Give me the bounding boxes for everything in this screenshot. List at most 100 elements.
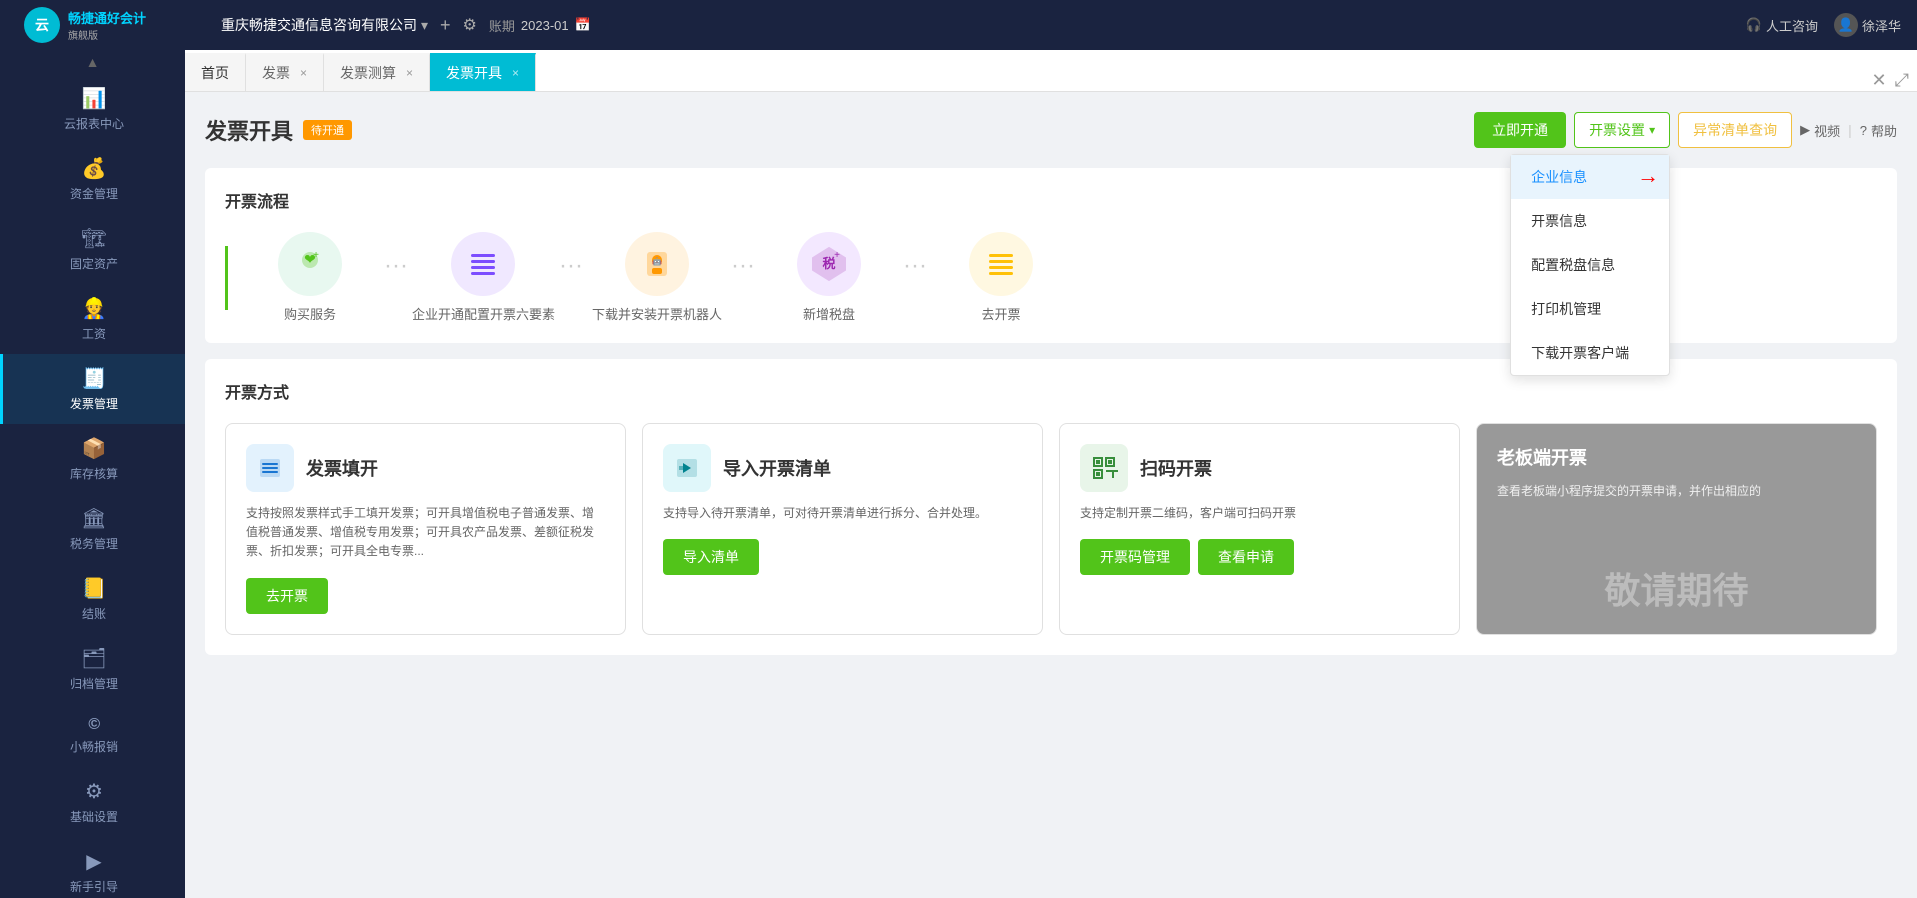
user-profile[interactable]: 👤 徐泽华 [1834,13,1901,37]
xinshou-icon: ▶ [86,849,101,874]
scan-icon [1080,444,1128,492]
svg-text:+: + [834,250,840,261]
scan-desc: 支持定制开票二维码，客户端可扫码开票 [1080,504,1439,523]
boss-invoice-card: 老板端开票 查看老板端小程序提交的开票申请，并作出相应的 敬请期待 [1476,423,1877,635]
settings-dropdown-menu: 企业信息 → 开票信息 配置税盘信息 [1510,154,1670,376]
help-btn[interactable]: ? 帮助 [1860,121,1897,140]
app-name: 畅捷通好会计 [68,8,146,27]
close-window-btn[interactable]: ✕ [1872,70,1887,91]
tab-fapiao-kaiju[interactable]: 发票开具 × [430,53,536,91]
import-action-btn[interactable]: 导入清单 [663,539,759,575]
tab-right-controls: ✕ ⤢ [1864,70,1917,91]
sidebar-item-guidang[interactable]: 🗂 归档管理 [0,634,185,704]
logo-icon: 云 [24,7,60,43]
support-btn[interactable]: 🎧 人工咨询 [1746,16,1818,35]
process-sep-1: ··· [555,252,587,280]
tab-fapiao-close[interactable]: × [300,66,307,80]
dropdown-printer-mgmt[interactable]: 打印机管理 [1511,287,1669,331]
dropdown-download-client[interactable]: 下载开票客户端 [1511,331,1669,375]
svg-text:+: + [313,250,319,261]
sidebar-item-gongzi[interactable]: 👷 工资 [0,284,185,354]
dropdown-invoice-info[interactable]: 开票信息 [1511,199,1669,243]
payment-cards: 发票填开 支持按照发票样式手工填开发票；可开具增值税电子普通发票、增值税普通发票… [225,423,1877,635]
play-icon: ▶ [1800,122,1810,138]
process-step-4: 去开票 [931,232,1071,323]
header-actions: 立即开通 开票设置 ▾ 企业信息 [1474,112,1897,148]
sidebar-item-gudingzichan[interactable]: 🏗 固定资产 [0,214,185,284]
tab-cesuan-close[interactable]: × [406,66,413,80]
help-icon: ? [1860,123,1867,138]
manual-desc: 支持按照发票样式手工填开发票；可开具增值税电子普通发票、增值税普通发票、增值税专… [246,504,605,562]
methods-section: 开票方式 [205,359,1897,655]
process-icon-4 [969,232,1033,296]
sidebar-item-jichu[interactable]: ⚙ 基础设置 [0,767,185,837]
dropdown-company-info[interactable]: 企业信息 [1511,155,1669,199]
fapiao-icon: 🧾 [82,366,107,391]
process-step-1: 企业开通配置开票六要素 [412,232,555,323]
kucun-icon: 📦 [82,436,107,461]
settings-dropdown-container: 开票设置 ▾ 企业信息 → [1574,112,1670,148]
sidebar-item-fapiao[interactable]: 🧾 发票管理 [0,354,185,424]
status-badge: 待开通 [303,120,352,140]
settings-btn[interactable]: 开票设置 ▾ [1574,112,1670,148]
jichu-icon: ⚙ [85,779,103,804]
import-desc: 支持导入待开票清单，可对待开票清单进行拆分、合并处理。 [663,504,1022,523]
boss-desc: 查看老板端小程序提交的开票申请，并作出相应的 [1497,482,1856,501]
manual-icon [246,444,294,492]
sidebar-item-jiezhang[interactable]: 📒 结账 [0,564,185,634]
watermark-text: 敬请期待 [1477,562,1876,614]
shuiwu-icon: 🏛 [81,506,106,531]
jiezhang-icon: 📒 [82,576,107,601]
process-step-3: 税 + 新增税盘 [759,232,899,323]
tab-fapiao-cesuan[interactable]: 发票测算 × [324,53,430,91]
process-step-2: 🤖 下载并安装开票机器人 [587,232,727,323]
dropdown-tax-disk[interactable]: 配置税盘信息 [1511,243,1669,287]
scan-apply-btn[interactable]: 查看申请 [1198,539,1294,575]
sidebar-item-kucun[interactable]: 📦 库存核算 [0,424,185,494]
tab-bar: 首页 发票 × 发票测算 × 发票开具 × ✕ [185,50,1917,92]
manual-action-btn[interactable]: 去开票 [246,578,328,614]
maximize-window-btn[interactable]: ⤢ [1895,70,1909,91]
calendar-icon[interactable]: 📅 [575,17,591,33]
process-left-border [225,246,228,310]
company-name[interactable]: 重庆畅捷交通信息咨询有限公司 ▾ [221,15,428,35]
topbar-settings-icon[interactable]: ⚙ [463,15,477,35]
topbar-add-btn[interactable]: + [440,15,451,36]
process-step-0: ❤ + 购买服务 [240,232,380,323]
scan-invoice-card: 扫码开票 支持定制开票二维码，客户端可扫码开票 开票码管理 查看申请 [1059,423,1460,635]
abnormal-query-btn[interactable]: 异常清单查询 [1678,112,1792,148]
svg-text:🤖: 🤖 [652,256,662,266]
sidebar-item-xinshou[interactable]: ▶ 新手引导 [0,837,185,898]
process-icon-1 [451,232,515,296]
video-btn[interactable]: ▶ 视频 [1800,121,1840,140]
gongzi-icon: 👷 [82,296,107,321]
sidebar-item-shuiwu[interactable]: 🏛 税务管理 [0,494,185,564]
sidebar-item-zijin[interactable]: 💰 资金管理 [0,144,185,214]
sidebar-scroll-up[interactable]: ▲ [0,50,185,74]
xiaochang-icon: © [88,716,100,734]
sidebar-item-xiaochang[interactable]: © 小畅报销 [0,704,185,767]
sidebar-item-yunbao[interactable]: 📊 云报表中心 [0,74,185,144]
methods-section-title: 开票方式 [225,379,1877,403]
sidebar: ▲ 📊 云报表中心 💰 资金管理 🏗 固定资产 👷 工资 🧾 发票管理 [0,50,185,898]
activate-btn[interactable]: 立即开通 [1474,112,1566,148]
scan-code-btn[interactable]: 开票码管理 [1080,539,1190,575]
yunbao-icon: 📊 [82,86,107,111]
process-icon-3: 税 + [797,232,861,296]
app-badge: 旗舰版 [68,27,146,42]
process-sep-0: ··· [380,252,412,280]
gudingzichan-icon: 🏗 [81,226,106,251]
period-info: 账期 2023-01 📅 [489,16,591,35]
topbar-right: 🎧 人工咨询 👤 徐泽华 [1746,13,1901,37]
import-invoice-card: 导入开票清单 支持导入待开票清单，可对待开票清单进行拆分、合并处理。 导入清单 [642,423,1043,635]
tab-kaiju-close[interactable]: × [512,66,519,80]
guidang-icon: 🗂 [81,646,106,671]
page-title: 发票开具 [205,114,293,146]
tab-fapiao[interactable]: 发票 × [246,53,324,91]
user-icon: 👤 [1834,13,1858,37]
import-icon [663,444,711,492]
manual-invoice-card: 发票填开 支持按照发票样式手工填开发票；可开具增值税电子普通发票、增值税普通发票… [225,423,626,635]
tab-home[interactable]: 首页 [185,53,246,91]
process-sep-3: ··· [899,252,931,280]
page-header: 发票开具 待开通 立即开通 开票设置 ▾ [205,112,1897,148]
